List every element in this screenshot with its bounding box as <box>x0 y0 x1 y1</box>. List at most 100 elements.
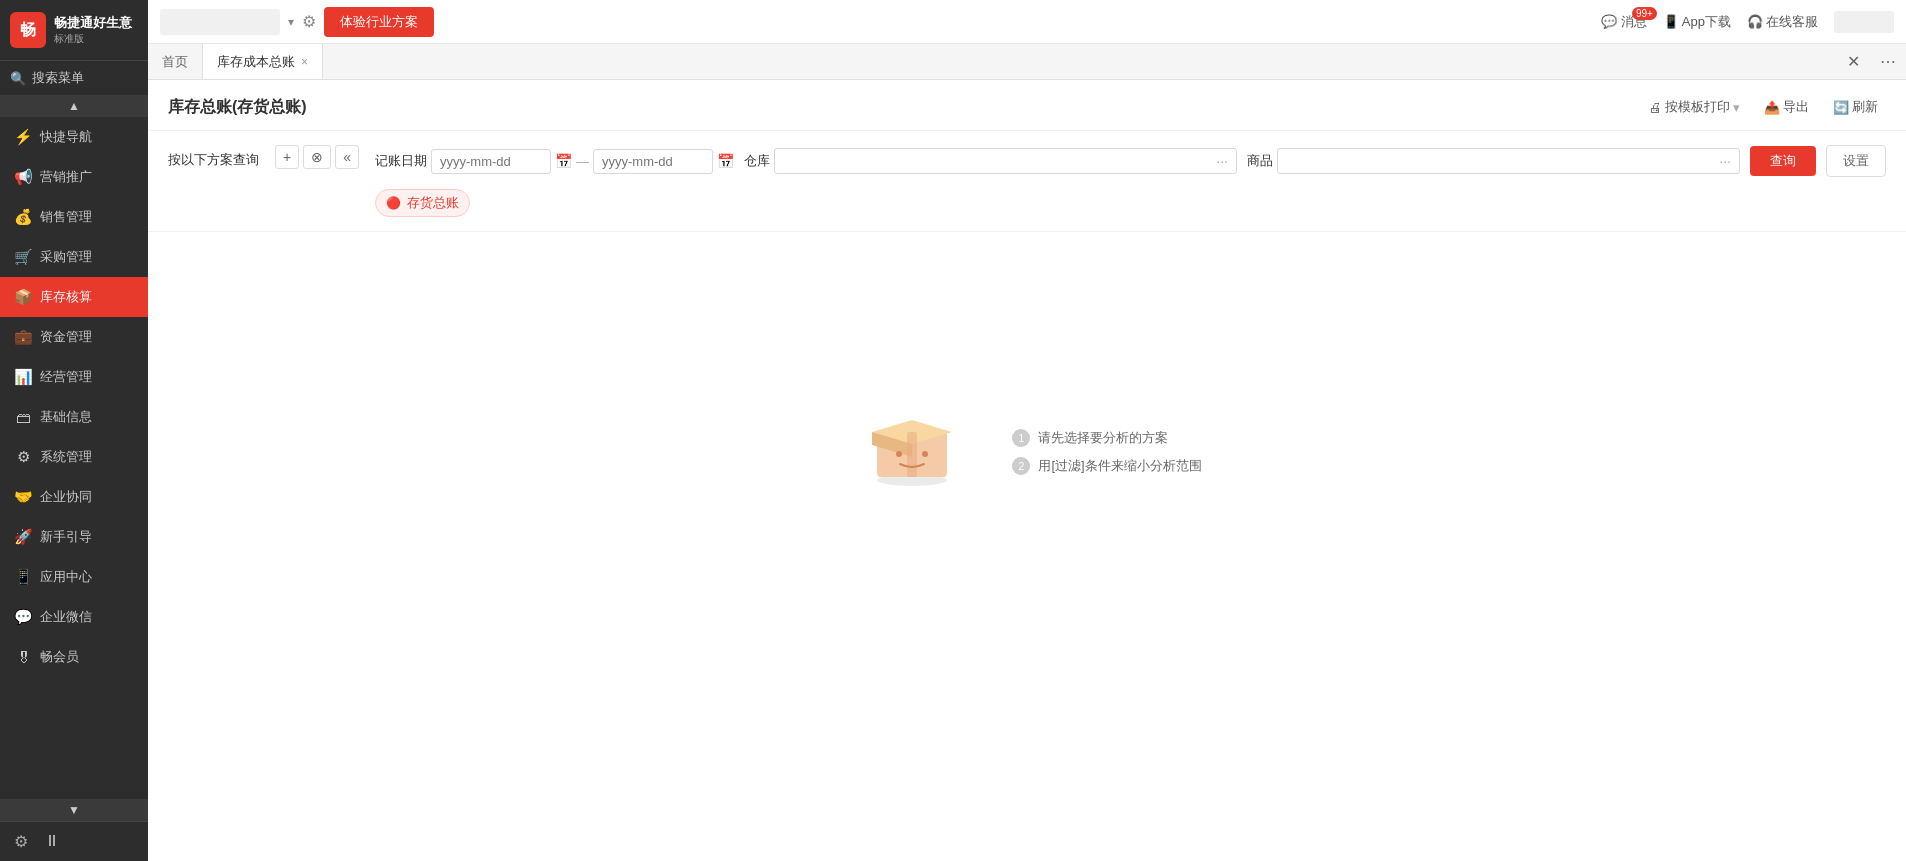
add-filter-button[interactable]: + <box>275 145 299 169</box>
sidebar: 畅 畅捷通好生意 标准版 🔍 搜索菜单 ▲ ⚡ 快捷导航 📢 营销推广 💰 销售… <box>0 0 148 861</box>
sales-icon: 💰 <box>14 208 32 226</box>
sidebar-item-finance[interactable]: 💼 资金管理 <box>0 317 148 357</box>
date-separator: — <box>576 154 589 169</box>
sidebar-footer: ⚙ ⏸ <box>0 821 148 861</box>
sidebar-item-marketing[interactable]: 📢 营销推广 <box>0 157 148 197</box>
topbar-gear-icon[interactable]: ⚙ <box>302 12 316 31</box>
tabs-close-all-button[interactable]: ✕ <box>1837 44 1870 79</box>
sidebar-item-label: 企业微信 <box>40 608 92 626</box>
settings-footer-button[interactable]: ⚙ <box>14 832 28 851</box>
sidebar-item-quick-nav[interactable]: ⚡ 快捷导航 <box>0 117 148 157</box>
sidebar-item-label: 系统管理 <box>40 448 92 466</box>
filter-add-buttons: + ⊗ « <box>275 145 359 169</box>
marketing-icon: 📢 <box>14 168 32 186</box>
svg-point-3 <box>896 451 902 457</box>
trial-button[interactable]: 体验行业方案 <box>324 7 434 37</box>
scheme-tag-label: 存货总账 <box>407 194 459 212</box>
user-info[interactable] <box>1834 11 1894 33</box>
empty-hint-1: 1 请先选择要分析的方案 <box>1012 429 1201 447</box>
sidebar-item-vip[interactable]: 🎖 畅会员 <box>0 637 148 677</box>
query-button[interactable]: 查询 <box>1750 146 1816 176</box>
tab-inventory-ledger[interactable]: 库存成本总账 × <box>203 44 323 79</box>
sidebar-item-wechat[interactable]: 💬 企业微信 <box>0 597 148 637</box>
settings-button[interactable]: 设置 <box>1826 145 1886 177</box>
warehouse-filter-group: 仓库 ··· <box>744 148 1237 174</box>
header-actions: 🖨 按模板打印 ▾ 📤 导出 🔄 刷新 <box>1641 94 1886 120</box>
tabs-more-button[interactable]: ⋯ <box>1870 44 1906 79</box>
sidebar-item-enterprise[interactable]: 🤝 企业协同 <box>0 477 148 517</box>
scroll-up-button[interactable]: ▲ <box>0 95 148 117</box>
quick-nav-icon: ⚡ <box>14 128 32 146</box>
page-title: 库存总账(存货总账) <box>168 97 307 118</box>
export-button[interactable]: 📤 导出 <box>1756 94 1817 120</box>
calendar-start-icon[interactable]: 📅 <box>555 153 572 169</box>
enterprise-icon: 🤝 <box>14 488 32 506</box>
goods-more-icon[interactable]: ··· <box>1719 153 1731 169</box>
collapse-footer-button[interactable]: ⏸ <box>44 832 60 851</box>
print-icon: 🖨 <box>1649 100 1662 115</box>
sidebar-logo: 畅 畅捷通好生意 标准版 <box>0 0 148 61</box>
search-menu-button[interactable]: 🔍 搜索菜单 <box>0 61 148 95</box>
sidebar-item-label: 库存核算 <box>40 288 92 306</box>
empty-box-svg <box>862 392 962 492</box>
sidebar-item-label: 新手引导 <box>40 528 92 546</box>
sidebar-item-label: 快捷导航 <box>40 128 92 146</box>
topbar-dropdown-icon[interactable]: ▾ <box>288 15 294 29</box>
empty-illustration <box>852 392 972 512</box>
calendar-end-icon[interactable]: 📅 <box>717 153 734 169</box>
page-content: 库存总账(存货总账) 🖨 按模板打印 ▾ 📤 导出 🔄 刷新 按以下方案查 <box>148 80 1906 861</box>
tab-inventory-label: 库存成本总账 <box>217 53 295 71</box>
warehouse-label: 仓库 <box>744 152 770 170</box>
empty-state: 1 请先选择要分析的方案 2 用[过滤]条件来缩小分析范围 <box>148 312 1906 592</box>
sidebar-item-newuser[interactable]: 🚀 新手引导 <box>0 517 148 557</box>
goods-select[interactable]: ··· <box>1277 148 1740 174</box>
sidebar-item-purchase[interactable]: 🛒 采购管理 <box>0 237 148 277</box>
print-button[interactable]: 🖨 按模板打印 ▾ <box>1641 94 1748 120</box>
sidebar-item-appstore[interactable]: 📱 应用中心 <box>0 557 148 597</box>
purchase-icon: 🛒 <box>14 248 32 266</box>
sidebar-item-label: 营销推广 <box>40 168 92 186</box>
sidebar-item-operations[interactable]: 📊 经营管理 <box>0 357 148 397</box>
finance-icon: 💼 <box>14 328 32 346</box>
goods-filter-group: 商品 ··· <box>1247 148 1740 174</box>
warehouse-more-icon[interactable]: ··· <box>1216 153 1228 169</box>
online-service-link[interactable]: 🎧 在线客服 <box>1747 13 1818 31</box>
date-start-input[interactable] <box>431 149 551 174</box>
empty-hint-2-text: 用[过滤]条件来缩小分析范围 <box>1038 457 1201 475</box>
message-icon: 💬 <box>1601 14 1617 29</box>
query-row: 记账日期 📅 — 📅 仓库 ··· <box>375 145 1886 177</box>
sidebar-item-label: 基础信息 <box>40 408 92 426</box>
sidebar-item-label: 销售管理 <box>40 208 92 226</box>
scheme-tag-icon: 🔴 <box>386 196 401 210</box>
collapse-filter-button[interactable]: « <box>335 145 359 169</box>
operations-icon: 📊 <box>14 368 32 386</box>
sidebar-item-label: 畅会员 <box>40 648 79 666</box>
messages-link[interactable]: 💬 消息 99+ <box>1601 13 1647 31</box>
mobile-icon: 📱 <box>1663 14 1679 29</box>
print-dropdown-icon[interactable]: ▾ <box>1733 100 1740 115</box>
empty-hint-1-text: 请先选择要分析的方案 <box>1038 429 1168 447</box>
sidebar-item-label: 企业协同 <box>40 488 92 506</box>
tab-close-button[interactable]: × <box>301 55 308 69</box>
remove-filter-button[interactable]: ⊗ <box>303 145 331 169</box>
hint-num-2: 2 <box>1012 457 1030 475</box>
scheme-tag[interactable]: 🔴 存货总账 <box>375 189 470 217</box>
tab-home[interactable]: 首页 <box>148 44 203 79</box>
warehouse-select[interactable]: ··· <box>774 148 1237 174</box>
sidebar-item-sales[interactable]: 💰 销售管理 <box>0 197 148 237</box>
service-icon: 🎧 <box>1747 14 1763 29</box>
filter-area: 按以下方案查询 + ⊗ « 记账日期 📅 — 📅 <box>148 131 1906 232</box>
filter-controls: 记账日期 📅 — 📅 仓库 ··· <box>375 145 1886 217</box>
sidebar-item-inventory[interactable]: 📦 库存核算 <box>0 277 148 317</box>
goods-label: 商品 <box>1247 152 1273 170</box>
sidebar-item-system[interactable]: ⚙ 系统管理 <box>0 437 148 477</box>
scroll-down-button[interactable]: ▼ <box>0 799 148 821</box>
refresh-button[interactable]: 🔄 刷新 <box>1825 94 1886 120</box>
tab-home-label: 首页 <box>162 53 188 71</box>
app-download-link[interactable]: 📱 App下载 <box>1663 13 1731 31</box>
sidebar-item-basic-info[interactable]: 🗃 基础信息 <box>0 397 148 437</box>
date-end-input[interactable] <box>593 149 713 174</box>
sidebar-nav: ⚡ 快捷导航 📢 营销推广 💰 销售管理 🛒 采购管理 📦 库存核算 💼 资金管… <box>0 117 148 799</box>
basic-info-icon: 🗃 <box>14 409 32 426</box>
date-label: 记账日期 <box>375 152 427 170</box>
